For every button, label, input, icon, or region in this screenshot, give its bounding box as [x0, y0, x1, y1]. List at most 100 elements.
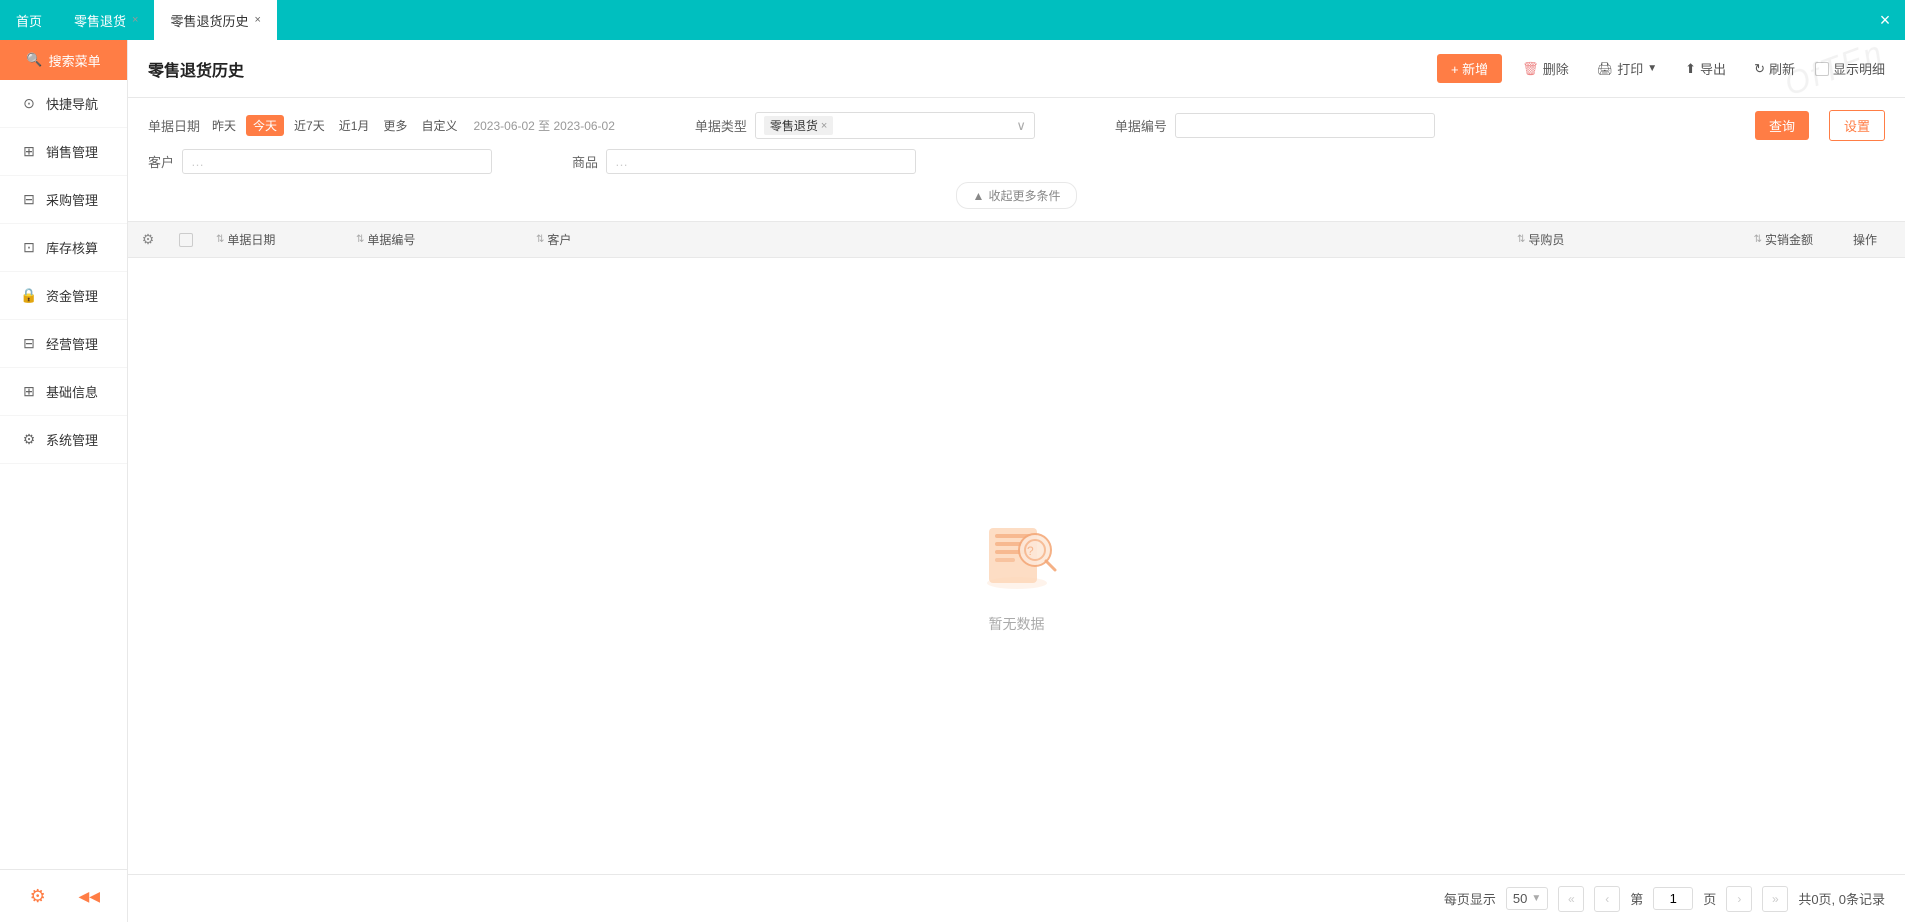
- go-last-button[interactable]: »: [1762, 886, 1788, 912]
- sidebar-icon-basic-info: ⊞: [20, 383, 38, 401]
- filter-row-2: 客户 … 商品 …: [148, 149, 1885, 174]
- table-settings-icon[interactable]: ⚙: [128, 231, 168, 248]
- sidebar-label-purchase-mgmt: 采购管理: [46, 190, 98, 209]
- filter-voucher-date: 单据日期 昨天今天近7天近1月更多自定义 2023-06-02 至 2023-0…: [148, 115, 615, 136]
- tab-close-retail-return[interactable]: ×: [132, 14, 138, 26]
- delete-button[interactable]: 🗑 删除: [1514, 55, 1577, 82]
- go-next-button[interactable]: ›: [1726, 886, 1752, 912]
- table-select-all-checkbox[interactable]: [168, 233, 204, 247]
- settings-button[interactable]: 设置: [1829, 110, 1885, 141]
- sidebar-icon-quick-nav: ⊙: [20, 95, 38, 113]
- voucher-type-select[interactable]: 零售退货 × ∨: [755, 112, 1035, 139]
- search-icon: 🔍: [26, 52, 42, 68]
- collapse-label: 收起更多条件: [988, 187, 1060, 204]
- sidebar-search-button[interactable]: 🔍 搜索菜单: [0, 40, 127, 80]
- empty-state: ? 暂无数据: [128, 258, 1905, 874]
- voucher-type-arrow-icon: ∨: [1016, 118, 1026, 134]
- go-prev-button[interactable]: ‹: [1594, 886, 1620, 912]
- print-dropdown-icon: ▼: [1647, 63, 1657, 74]
- filter-type-label: 单据类型: [695, 116, 747, 135]
- empty-text: 暂无数据: [989, 614, 1045, 634]
- filter-date-range: 2023-06-02 至 2023-06-02: [473, 117, 614, 134]
- filter-date-label: 单据日期: [148, 116, 200, 135]
- tab-list: 首页零售退货× 零售退货历史 ×: [0, 0, 1865, 40]
- filter-customer-label: 客户: [148, 152, 174, 171]
- sidebar-item-system[interactable]: ⚙ 系统管理: [0, 416, 127, 464]
- th-actual-amount[interactable]: ⇅ 实销金额: [1685, 231, 1825, 248]
- tab-label-home: 首页: [16, 11, 42, 30]
- add-button[interactable]: + 新增: [1437, 54, 1502, 83]
- content-area: 零售退货历史 + 新增 🗑 删除 🖨 打印 ▼ ⬆ 导出 ↻: [128, 40, 1905, 922]
- go-first-button[interactable]: «: [1558, 886, 1584, 912]
- filter-area: 单据日期 昨天今天近7天近1月更多自定义 2023-06-02 至 2023-0…: [128, 98, 1905, 222]
- filter-voucher-type: 单据类型 零售退货 × ∨: [695, 112, 1035, 139]
- goods-input[interactable]: …: [606, 149, 916, 174]
- tab-home[interactable]: 首页: [0, 0, 58, 40]
- sidebar-settings-icon[interactable]: ⚙: [24, 882, 52, 910]
- show-detail-checkbox[interactable]: 显示明细: [1815, 59, 1885, 78]
- th-voucher-date[interactable]: ⇅ 单据日期: [204, 231, 344, 248]
- customer-input[interactable]: …: [182, 149, 492, 174]
- sidebar-label-system: 系统管理: [46, 430, 98, 449]
- sidebar-item-purchase-mgmt[interactable]: ⊟ 采购管理: [0, 176, 127, 224]
- voucher-no-input[interactable]: [1175, 113, 1435, 138]
- date-shortcut-近1月[interactable]: 近1月: [335, 116, 374, 135]
- page-word: 第: [1630, 889, 1643, 908]
- filter-customer: 客户 …: [148, 149, 492, 174]
- filter-voucher-no: 单据编号: [1115, 113, 1435, 138]
- date-shortcut-自定义[interactable]: 自定义: [417, 116, 461, 135]
- per-page-label: 每页显示: [1444, 889, 1496, 908]
- query-button[interactable]: 查询: [1755, 111, 1809, 140]
- th-guide[interactable]: ⇅ 导购员: [1505, 231, 1685, 248]
- sidebar-item-quick-nav[interactable]: ⊙ 快捷导航: [0, 80, 127, 128]
- export-button[interactable]: ⬆ 导出: [1677, 55, 1734, 82]
- table-footer: 每页显示 50 ▼ « ‹ 第 页 › » 共0页, 0条记录: [128, 874, 1905, 922]
- sidebar-item-operations[interactable]: ⊟ 经营管理: [0, 320, 127, 368]
- date-shortcut-昨天[interactable]: 昨天: [208, 116, 240, 135]
- tab-retail-return-history[interactable]: 零售退货历史 ×: [154, 0, 276, 40]
- collapse-button[interactable]: ▲ 收起更多条件: [956, 182, 1078, 209]
- th-customer[interactable]: ⇅ 客户: [524, 231, 1505, 248]
- checkbox-icon: [1815, 62, 1829, 76]
- per-page-select[interactable]: 50 ▼: [1506, 887, 1548, 910]
- per-page-value: 50: [1513, 891, 1527, 906]
- print-icon: 🖨: [1597, 61, 1614, 77]
- sort-icon-voucher: ⇅: [356, 234, 364, 245]
- sidebar-item-finance[interactable]: 🔒 资金管理: [0, 272, 127, 320]
- sort-icon-customer: ⇅: [536, 234, 544, 245]
- sidebar-item-sales-mgmt[interactable]: ⊞ 销售管理: [0, 128, 127, 176]
- table-area: ⚙ ⇅ 单据日期 ⇅ 单据编号 ⇅ 客户 ⇅ 导购员: [128, 222, 1905, 922]
- sidebar-icon-purchase-mgmt: ⊟: [20, 191, 38, 209]
- tab-close-retail-return-history[interactable]: ×: [254, 14, 260, 26]
- sidebar-icon-sales-mgmt: ⊞: [20, 143, 38, 161]
- sidebar: 🔍 搜索菜单 ⊙ 快捷导航 ⊞ 销售管理 ⊟ 采购管理 ⊡ 库存核算 🔒 资金管…: [0, 40, 128, 922]
- date-shortcut-近7天[interactable]: 近7天: [290, 116, 329, 135]
- th-voucher-no[interactable]: ⇅ 单据编号: [344, 231, 524, 248]
- filter-goods-label: 商品: [572, 152, 598, 171]
- tab-label-retail-return-history: 零售退货历史: [170, 11, 248, 30]
- refresh-button[interactable]: ↻ 刷新: [1746, 55, 1803, 82]
- page-title: 零售退货历史: [148, 57, 244, 95]
- voucher-type-tag-close[interactable]: ×: [821, 120, 827, 132]
- main-layout: 🔍 搜索菜单 ⊙ 快捷导航 ⊞ 销售管理 ⊟ 采购管理 ⊡ 库存核算 🔒 资金管…: [0, 40, 1905, 922]
- date-shortcut-今天[interactable]: 今天: [246, 115, 284, 136]
- sidebar-audio-icon[interactable]: ◀◀: [75, 882, 103, 910]
- th-operations: 操作: [1825, 231, 1905, 248]
- window-close-button[interactable]: ×: [1865, 0, 1905, 40]
- sidebar-label-sales-mgmt: 销售管理: [46, 142, 98, 161]
- sidebar-icon-finance: 🔒: [20, 287, 38, 305]
- print-button[interactable]: 🖨 打印 ▼: [1589, 55, 1665, 82]
- date-shortcuts: 昨天今天近7天近1月更多自定义: [208, 115, 461, 136]
- sidebar-label-quick-nav: 快捷导航: [46, 94, 98, 113]
- page-input[interactable]: [1653, 887, 1693, 910]
- sidebar-item-basic-info[interactable]: ⊞ 基础信息: [0, 368, 127, 416]
- tab-retail-return[interactable]: 零售退货×: [58, 0, 154, 40]
- sidebar-item-inventory[interactable]: ⊡ 库存核算: [0, 224, 127, 272]
- sidebar-icon-operations: ⊟: [20, 335, 38, 353]
- sidebar-label-finance: 资金管理: [46, 286, 98, 305]
- date-shortcut-更多[interactable]: 更多: [379, 116, 411, 135]
- sidebar-label-basic-info: 基础信息: [46, 382, 98, 401]
- sidebar-label-operations: 经营管理: [46, 334, 98, 353]
- refresh-icon: ↻: [1754, 61, 1765, 77]
- delete-icon: 🗑: [1522, 61, 1539, 77]
